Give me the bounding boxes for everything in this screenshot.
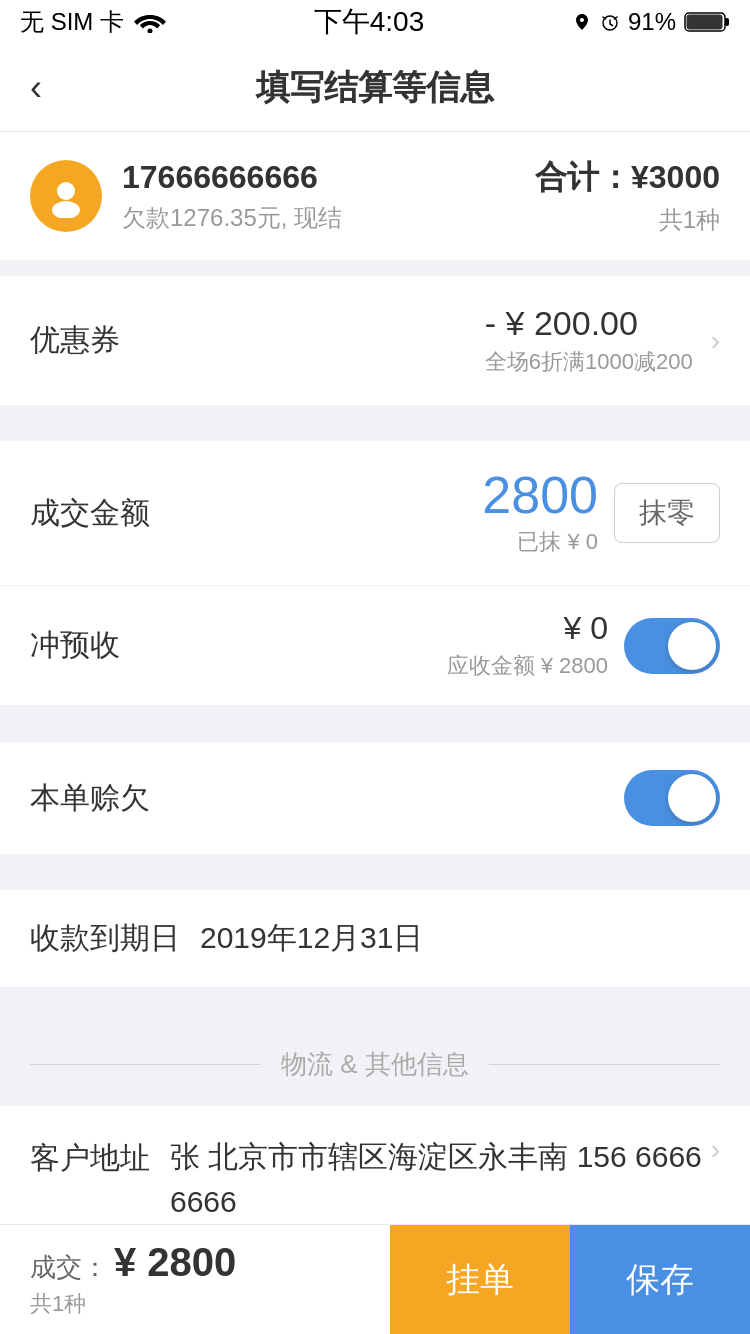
content: 17666666666 欠款1276.35元, 现结 合计：¥3000 共1种 … [0, 132, 750, 1334]
round-off-button[interactable]: 抹零 [614, 483, 720, 543]
transaction-amount-row: 成交金额 2800 已抹 ¥ 0 抹零 [0, 441, 750, 586]
amount-value: 2800 [482, 469, 598, 521]
amount-info: 2800 已抹 ¥ 0 [482, 469, 598, 557]
prepaid-amount-group: ¥ 0 应收金额 ¥ 2800 [447, 610, 608, 681]
customer-section: 17666666666 欠款1276.35元, 现结 合计：¥3000 共1种 [0, 132, 750, 260]
gray-separator-3 [0, 870, 750, 890]
battery-icon [684, 11, 730, 33]
chevron-right-icon: › [711, 325, 720, 357]
customer-phone: 17666666666 [122, 159, 342, 196]
location-icon [572, 12, 592, 32]
toggle-knob [668, 622, 716, 670]
bottom-deal-amount: ¥ 2800 [114, 1240, 236, 1285]
coupon-desc: 全场6折满1000减200 [485, 347, 693, 377]
prepaid-toggle[interactable] [624, 618, 720, 674]
status-left: 无 SIM 卡 [20, 6, 166, 38]
bottom-count: 共1种 [30, 1289, 360, 1319]
wifi-icon [134, 11, 166, 33]
nav-bar: ‹ 填写结算等信息 [0, 44, 750, 132]
alarm-icon [600, 12, 620, 32]
amount-sub: 已抹 ¥ 0 [482, 527, 598, 557]
status-bar: 无 SIM 卡 下午4:03 91% [0, 0, 750, 44]
svg-point-6 [52, 201, 80, 218]
back-button[interactable]: ‹ [20, 57, 52, 119]
amount-label: 成交金额 [30, 493, 150, 534]
svg-point-0 [148, 29, 153, 34]
gray-separator-4 [0, 1003, 750, 1023]
debt-label: 本单赊欠 [30, 778, 150, 819]
customer-right: 合计：¥3000 共1种 [535, 156, 720, 236]
page-title: 填写结算等信息 [256, 65, 494, 111]
debt-row: 本单赊欠 [0, 742, 750, 854]
transaction-section: 成交金额 2800 已抹 ¥ 0 抹零 冲预收 ¥ 0 应收金额 ¥ 2800 [0, 441, 750, 706]
coupon-discount: - ¥ 200.00 [485, 304, 693, 343]
bottom-summary: 成交： ¥ 2800 共1种 [0, 1240, 390, 1319]
total-count: 共1种 [535, 204, 720, 236]
svg-rect-4 [725, 18, 729, 26]
gray-separator-1 [0, 421, 750, 441]
address-chevron-icon: › [711, 1134, 720, 1166]
svg-rect-3 [687, 15, 723, 30]
hang-button[interactable]: 挂单 [390, 1225, 570, 1335]
logistics-label: 物流 & 其他信息 [281, 1047, 469, 1082]
debt-toggle-knob [668, 774, 716, 822]
customer-left: 17666666666 欠款1276.35元, 现结 [30, 159, 342, 234]
coupon-info: - ¥ 200.00 全场6折满1000减200 [485, 304, 693, 377]
due-date-label: 收款到期日 [30, 918, 180, 959]
coupon-right: - ¥ 200.00 全场6折满1000减200 › [485, 304, 720, 377]
logistics-divider: 物流 & 其他信息 [0, 1023, 750, 1106]
due-date-section: 收款到期日 2019年12月31日 [0, 890, 750, 987]
battery-text: 91% [628, 8, 676, 36]
svg-point-5 [57, 182, 75, 200]
divider-line-right [489, 1064, 720, 1065]
amount-right: 2800 已抹 ¥ 0 抹零 [482, 469, 720, 557]
prepaid-sub: 应收金额 ¥ 2800 [447, 651, 608, 681]
avatar-icon [44, 174, 88, 218]
bottom-deal-row: 成交： ¥ 2800 [30, 1240, 360, 1285]
avatar [30, 160, 102, 232]
due-date-row: 收款到期日 2019年12月31日 [0, 890, 750, 987]
address-label: 客户地址 [30, 1138, 150, 1179]
save-button[interactable]: 保存 [570, 1225, 750, 1335]
bottom-bar: 成交： ¥ 2800 共1种 挂单 保存 [0, 1224, 750, 1334]
debt-section: 本单赊欠 [0, 742, 750, 854]
debt-toggle[interactable] [624, 770, 720, 826]
customer-debt: 欠款1276.35元, 现结 [122, 202, 342, 234]
status-time: 下午4:03 [314, 3, 425, 41]
total-amount: 合计：¥3000 [535, 156, 720, 200]
status-right: 91% [572, 8, 730, 36]
prepaid-row: 冲预收 ¥ 0 应收金额 ¥ 2800 [0, 586, 750, 706]
customer-info: 17666666666 欠款1276.35元, 现结 [122, 159, 342, 234]
address-value: 张 北京市市辖区海淀区永丰南 156 6666 6666 [170, 1134, 703, 1224]
divider-line-left [30, 1064, 261, 1065]
gray-separator-2 [0, 722, 750, 742]
prepaid-label: 冲预收 [30, 625, 120, 666]
coupon-label: 优惠券 [30, 320, 120, 361]
prepaid-amount: ¥ 0 [447, 610, 608, 647]
bottom-deal-label: 成交： [30, 1250, 108, 1285]
due-date-value: 2019年12月31日 [200, 918, 423, 959]
signal-text: 无 SIM 卡 [20, 6, 124, 38]
coupon-section[interactable]: 优惠券 - ¥ 200.00 全场6折满1000减200 › [0, 276, 750, 405]
prepaid-right: ¥ 0 应收金额 ¥ 2800 [447, 610, 720, 681]
